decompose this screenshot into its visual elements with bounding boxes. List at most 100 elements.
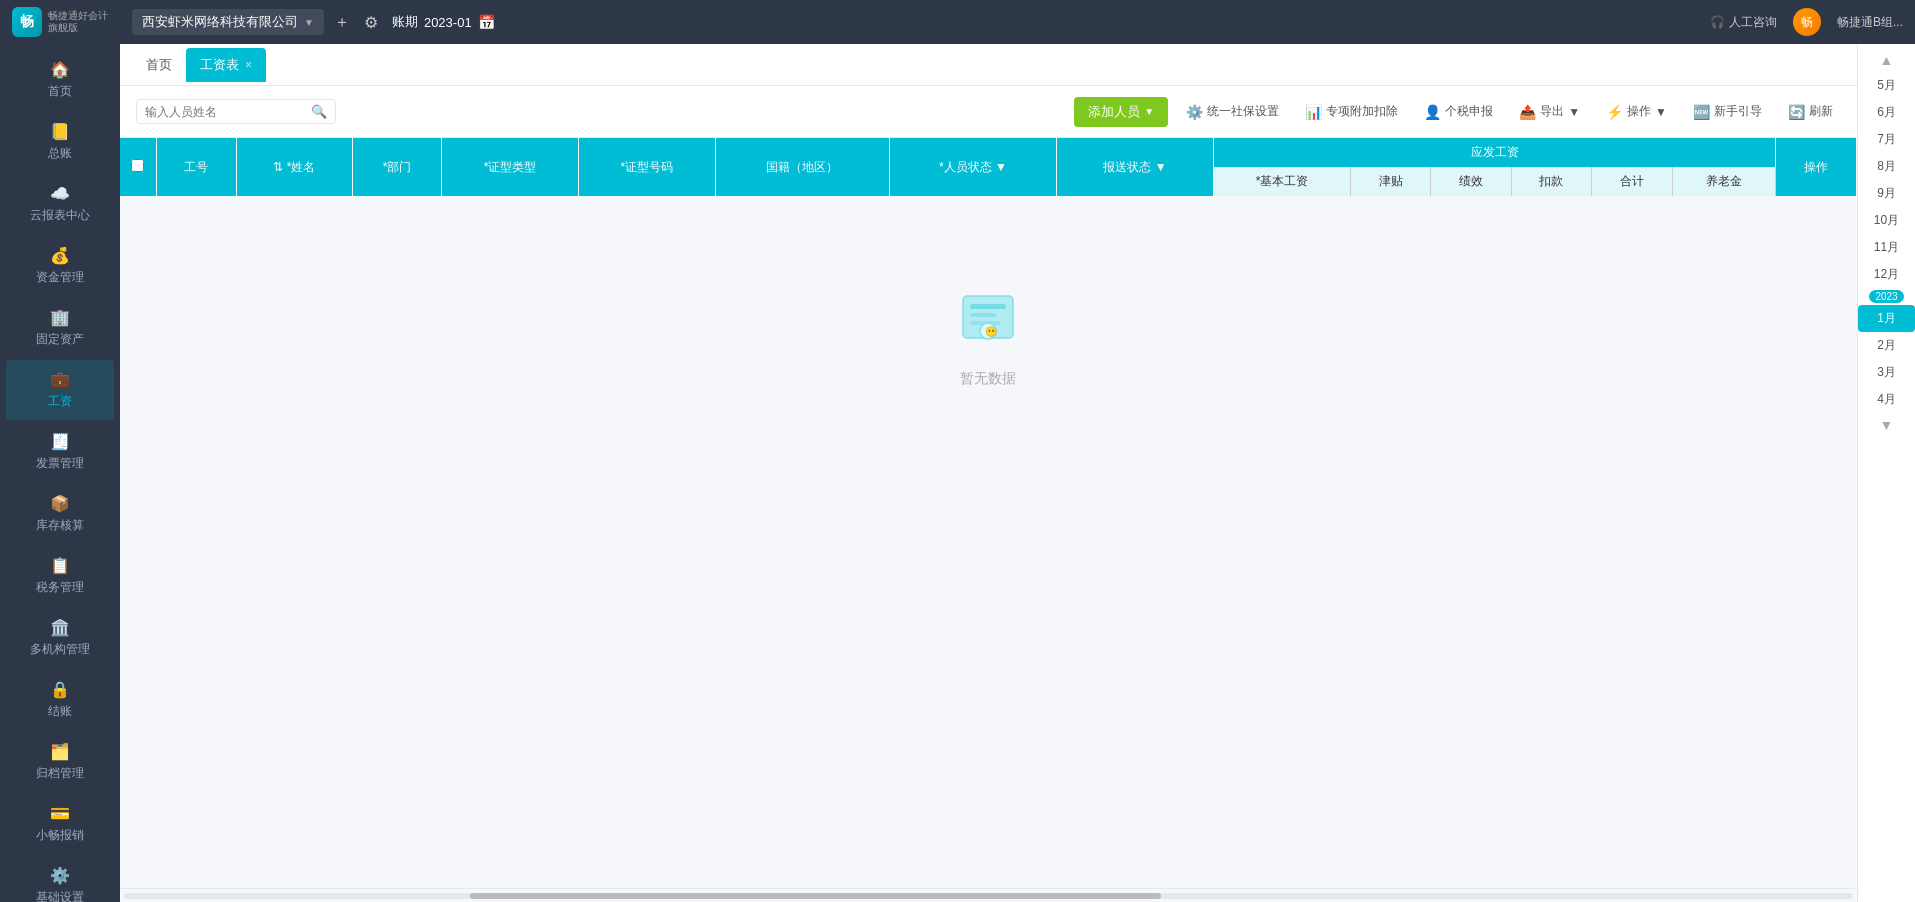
sidebar-item-archive[interactable]: 🗂️ 归档管理 (6, 732, 114, 792)
add-person-label: 添加人员 (1088, 103, 1140, 121)
add-person-button[interactable]: 添加人员 ▼ (1074, 97, 1168, 127)
svg-rect-1 (970, 304, 1006, 309)
service-button[interactable]: 🎧 人工咨询 (1710, 14, 1777, 31)
tab-bar: 首页 工资表 × (120, 44, 1857, 86)
tab-home[interactable]: 首页 (132, 48, 186, 82)
sidebar-item-label: 总账 (48, 145, 72, 162)
sidebar-item-label: 固定资产 (36, 331, 84, 348)
filter-status-icon[interactable]: ▼ (995, 160, 1007, 174)
tax-icon: 📋 (50, 556, 70, 575)
month-item-5[interactable]: 5月 (1858, 72, 1915, 99)
operations-action[interactable]: ⚡ 操作 ▼ (1598, 99, 1675, 124)
th-performance: 绩效 (1431, 167, 1511, 196)
th-total: 合计 (1592, 167, 1672, 196)
month-panel-down[interactable]: ▼ (1876, 413, 1898, 437)
username: 畅捷通B组... (1837, 14, 1903, 31)
top-header: 畅 畅捷通好会计 旗舰版 西安虾米网络科技有限公司 ▼ ＋ ⚙ 账期 2023-… (0, 0, 1915, 44)
month-item-4[interactable]: 4月 (1858, 386, 1915, 413)
company-selector[interactable]: 西安虾米网络科技有限公司 ▼ (132, 9, 324, 35)
filter-report-icon[interactable]: ▼ (1155, 160, 1167, 174)
period-value: 2023-01 (424, 15, 472, 30)
sidebar-item-settings[interactable]: ⚙️ 基础设置 (6, 856, 114, 902)
th-base-salary: *基本工资 (1214, 167, 1351, 196)
user-avatar[interactable]: 畅 (1793, 8, 1821, 36)
sidebar-item-multi[interactable]: 🏛️ 多机构管理 (6, 608, 114, 668)
invoice-icon: 🧾 (50, 432, 70, 451)
sidebar-item-home[interactable]: 🏠 首页 (6, 50, 114, 110)
tab-salary-table[interactable]: 工资表 × (186, 48, 266, 82)
company-name: 西安虾米网络科技有限公司 (142, 13, 298, 31)
settings-icon[interactable]: ⚙ (364, 13, 378, 32)
horizontal-scrollbar[interactable] (120, 888, 1857, 902)
sidebar-item-invoice[interactable]: 🧾 发票管理 (6, 422, 114, 482)
operations-label: 操作 (1627, 103, 1651, 120)
app-logo-icon: 畅 (12, 7, 42, 37)
calendar-icon[interactable]: 📅 (478, 14, 495, 30)
personal-tax-icon: 👤 (1424, 104, 1441, 120)
month-item-6[interactable]: 6月 (1858, 99, 1915, 126)
close-period-icon: 🔒 (50, 680, 70, 699)
month-item-12[interactable]: 12月 (1858, 261, 1915, 288)
guide-action[interactable]: 🆕 新手引导 (1685, 99, 1770, 124)
sidebar-item-label: 税务管理 (36, 579, 84, 596)
month-panel-up[interactable]: ▲ (1876, 48, 1898, 72)
th-emp-no: 工号 (156, 138, 236, 196)
tab-home-label: 首页 (146, 56, 172, 74)
app-name: 畅捷通好会计 旗舰版 (48, 10, 108, 34)
sidebar-item-assets[interactable]: 🏢 固定资产 (6, 298, 114, 358)
th-report-status: 报送状态 ▼ (1056, 138, 1213, 196)
month-item-3[interactable]: 3月 (1858, 359, 1915, 386)
inventory-icon: 📦 (50, 494, 70, 513)
scroll-thumb[interactable] (470, 893, 1162, 899)
salary-table: 工号 ⇅ *姓名 *部门 *证型类型 *证型号码 国籍（地区） *人员状态 ▼ … (120, 138, 1857, 468)
add-button[interactable]: ＋ (334, 12, 350, 33)
th-status: *人员状态 ▼ (890, 138, 1057, 196)
special-deduction-action[interactable]: 📊 专项附加扣除 (1297, 99, 1406, 124)
month-item-2[interactable]: 2月 (1858, 332, 1915, 359)
sidebar-item-label: 云报表中心 (30, 207, 90, 224)
sidebar-item-tax[interactable]: 📋 税务管理 (6, 546, 114, 606)
sidebar-item-ledger[interactable]: 📒 总账 (6, 112, 114, 172)
month-item-1[interactable]: 1月 (1858, 305, 1915, 332)
period-info: 账期 2023-01 📅 (392, 13, 495, 31)
search-input[interactable] (145, 105, 311, 119)
sidebar-item-expense[interactable]: 💳 小畅报销 (6, 794, 114, 854)
operations-icon: ⚡ (1606, 104, 1623, 120)
sidebar-item-cloud[interactable]: ☁️ 云报表中心 (6, 174, 114, 234)
multi-icon: 🏛️ (50, 618, 70, 637)
th-nationality: 国籍（地区） (715, 138, 890, 196)
service-label: 人工咨询 (1729, 14, 1777, 31)
sidebar-item-label: 归档管理 (36, 765, 84, 782)
sidebar-item-label: 工资 (48, 393, 72, 410)
cloud-icon: ☁️ (50, 184, 70, 203)
export-icon: 📤 (1519, 104, 1536, 120)
sidebar-item-salary[interactable]: 💼 工资 (6, 360, 114, 420)
logo-area: 畅 畅捷通好会计 旗舰版 (12, 7, 132, 37)
sidebar-item-fund[interactable]: 💰 资金管理 (6, 236, 114, 296)
export-action[interactable]: 📤 导出 ▼ (1511, 99, 1588, 124)
scroll-track[interactable] (124, 893, 1853, 899)
personal-tax-action[interactable]: 👤 个税申报 (1416, 99, 1501, 124)
guide-label: 新手引导 (1714, 103, 1762, 120)
assets-icon: 🏢 (50, 308, 70, 327)
select-all-checkbox[interactable] (131, 159, 144, 172)
tab-close-icon[interactable]: × (245, 58, 252, 72)
month-item-8[interactable]: 8月 (1858, 153, 1915, 180)
th-salary-group: 应发工资 (1214, 138, 1776, 167)
month-item-10[interactable]: 10月 (1858, 207, 1915, 234)
ledger-icon: 📒 (50, 122, 70, 141)
home-icon: 🏠 (50, 60, 70, 79)
period-label: 账期 (392, 13, 418, 31)
month-item-11[interactable]: 11月 (1858, 234, 1915, 261)
social-security-action[interactable]: ⚙️ 统一社保设置 (1178, 99, 1287, 124)
month-item-7[interactable]: 7月 (1858, 126, 1915, 153)
month-item-9[interactable]: 9月 (1858, 180, 1915, 207)
svg-text:😶: 😶 (985, 325, 998, 338)
expense-icon: 💳 (50, 804, 70, 823)
th-checkbox[interactable] (120, 138, 156, 196)
sidebar-item-inventory[interactable]: 📦 库存核算 (6, 484, 114, 544)
refresh-action[interactable]: 🔄 刷新 (1780, 99, 1841, 124)
sidebar-item-close[interactable]: 🔒 结账 (6, 670, 114, 730)
svg-rect-2 (970, 313, 996, 317)
chevron-down-icon: ▼ (304, 17, 314, 28)
